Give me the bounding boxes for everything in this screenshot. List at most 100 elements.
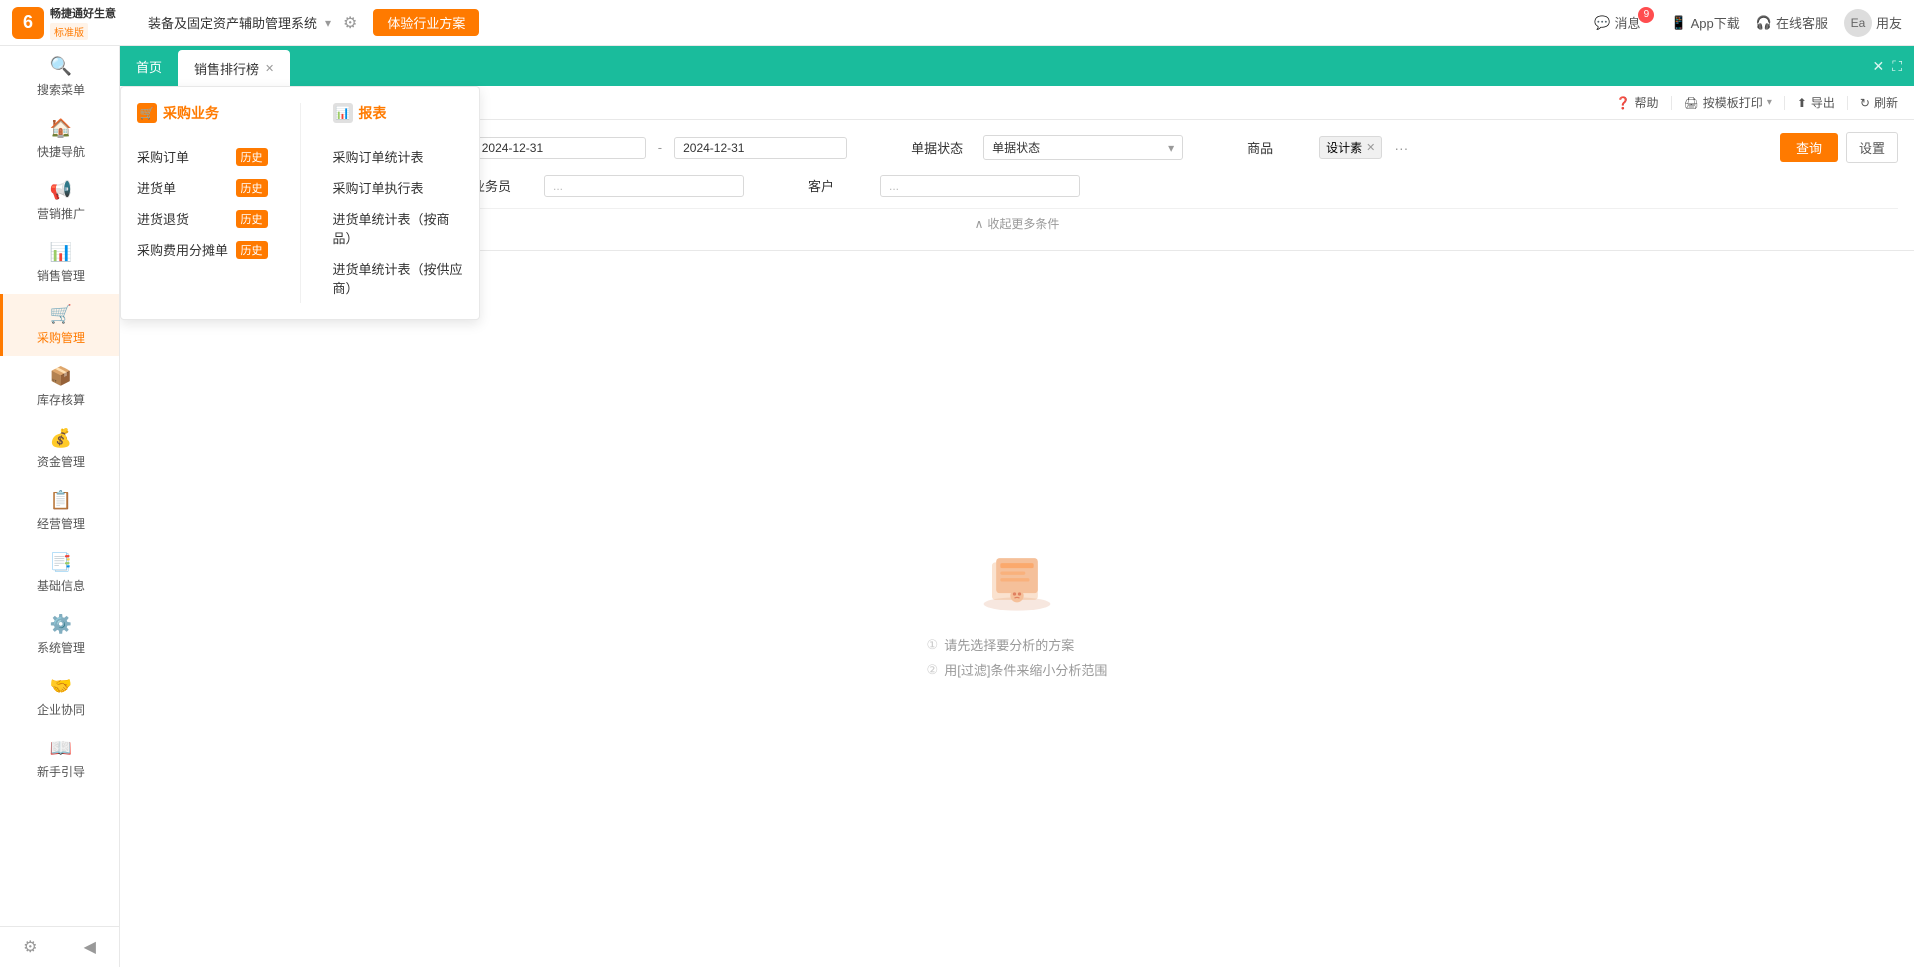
sidebar-item-system[interactable]: ⚙️ 系统管理 — [0, 604, 119, 666]
report-col-icon: 📊 — [333, 103, 353, 123]
tab-expand-icon[interactable]: ⛶ — [1892, 58, 1902, 75]
salesperson-select[interactable]: ... — [544, 175, 744, 197]
customer-select[interactable]: ... — [880, 175, 1080, 197]
search-icon: 🔍 — [50, 56, 72, 77]
online-service-btn[interactable]: 🎧 在线客服 — [1756, 13, 1828, 32]
sidebar-item-guide[interactable]: 📖 新手引导 — [0, 728, 119, 790]
empty-text: ① 请先选择要分析的方案 ② 用[过滤]条件来缩小分析范围 — [927, 635, 1108, 679]
top-header: 6 畅捷通好生意 标准版 装备及固定资产辅助管理系统 ▾ ⚙ 体验行业方案 💬 … — [0, 0, 1914, 46]
sidebar-item-marketing[interactable]: 📢 营销推广 — [0, 170, 119, 232]
purchase-dropdown-menu: 🛒 采购业务 采购订单 历史 进货单 历史 进货退货 历史 采购费用分摊单 — [120, 86, 480, 320]
toolbar-divider-3 — [1847, 96, 1848, 110]
purchase-incoming-item[interactable]: 进货单 历史 — [137, 172, 268, 203]
settings-icon[interactable]: ⚙ — [343, 13, 357, 33]
sidebar-item-quick-nav[interactable]: 🏠 快捷导航 — [0, 108, 119, 170]
app-download-btn[interactable]: 📱 App下载 — [1670, 13, 1739, 32]
sidebar-item-finance[interactable]: 💰 资金管理 — [0, 418, 119, 480]
dropdown-arrow-icon[interactable]: ▾ — [325, 16, 331, 30]
empty-illustration — [967, 539, 1067, 619]
goods-tag: 设计素 ✕ — [1319, 136, 1382, 159]
tab-close-window-icon[interactable]: ✕ — [1872, 58, 1884, 75]
history-badge-3: 历史 — [236, 210, 268, 228]
collapse-up-icon: ∧ — [975, 217, 984, 231]
headset-icon: 🎧 — [1756, 15, 1772, 31]
sidebar-item-basic-info[interactable]: 📑 基础信息 — [0, 542, 119, 604]
goods-label: 商品 — [1247, 138, 1307, 157]
query-btn[interactable]: 查询 — [1780, 133, 1838, 162]
tab-sales-rank-label: 销售排行榜 — [194, 59, 259, 78]
dropdown-divider — [300, 103, 301, 303]
purchase-order-item[interactable]: 采购订单 历史 — [137, 141, 268, 172]
system-icon: ⚙️ — [50, 614, 72, 635]
report-incoming-supplier[interactable]: 进货单统计表（按供应商） — [333, 253, 464, 303]
home-icon: 🏠 — [50, 118, 72, 139]
settings-bottom-icon[interactable]: ⚙ — [23, 937, 37, 957]
bill-status-select[interactable]: 单据状态 ▾ — [983, 135, 1183, 160]
sales-icon: 📊 — [50, 242, 72, 263]
marketing-icon: 📢 — [50, 180, 72, 201]
history-badge-4: 历史 — [236, 241, 268, 259]
cooperation-icon: 🤝 — [50, 676, 72, 697]
toolbar-divider-1 — [1671, 96, 1672, 110]
tab-close-icon[interactable]: ✕ — [265, 62, 274, 75]
print-template-btn[interactable]: 🖨 按模板打印 ▾ — [1684, 94, 1772, 111]
history-badge-2: 历史 — [236, 179, 268, 197]
purchase-col: 🛒 采购业务 采购订单 历史 进货单 历史 进货退货 历史 采购费用分摊单 — [137, 103, 268, 303]
report-purchase-order-stat[interactable]: 采购订单统计表 — [333, 141, 464, 172]
logo-area: 6 畅捷通好生意 标准版 — [12, 5, 132, 41]
sidebar-bottom: ⚙ ◀ — [0, 926, 119, 967]
date-start-input[interactable] — [473, 137, 646, 159]
tab-home[interactable]: 首页 — [120, 46, 178, 86]
help-icon: ❓ — [1616, 96, 1631, 110]
sidebar-item-sales[interactable]: 📊 销售管理 — [0, 232, 119, 294]
report-incoming-goods[interactable]: 进货单统计表（按商品） — [333, 203, 464, 253]
notification-badge: 9 — [1638, 7, 1654, 23]
guide-icon: 📖 — [50, 738, 72, 759]
export-icon: ⬆ — [1797, 96, 1807, 110]
sidebar: 🔍 搜索菜单 🏠 快捷导航 📢 营销推广 📊 销售管理 🛒 采购管理 📦 库存核… — [0, 46, 120, 967]
refresh-icon: ↻ — [1860, 96, 1870, 110]
industry-btn[interactable]: 体验行业方案 — [373, 9, 479, 36]
logo-text: 畅捷通好生意 标准版 — [50, 5, 116, 41]
logo-icon: 6 — [12, 7, 44, 39]
content-area: 首页 销售排行榜 ✕ ✕ ⛶ ❓ 帮助 🖨 按模板打印 ▾ — [120, 46, 1914, 967]
main-layout: 🔍 搜索菜单 🏠 快捷导航 📢 营销推广 📊 销售管理 🛒 采购管理 📦 库存核… — [0, 46, 1914, 967]
tab-bar-right: ✕ ⛶ — [1872, 46, 1914, 86]
tab-home-label: 首页 — [136, 57, 162, 76]
tab-sales-rank[interactable]: 销售排行榜 ✕ — [178, 50, 290, 86]
customer-label: 客户 — [808, 176, 868, 195]
user-menu[interactable]: Ea 用友 — [1844, 9, 1902, 37]
filter-actions: 查询 设置 — [1780, 132, 1898, 163]
collapse-sidebar-icon[interactable]: ◀ — [84, 937, 96, 957]
goods-tag-close[interactable]: ✕ — [1366, 141, 1375, 154]
help-btn[interactable]: ❓ 帮助 — [1616, 94, 1659, 111]
date-separator: - — [658, 140, 662, 155]
empty-state: ① 请先选择要分析的方案 ② 用[过滤]条件来缩小分析范围 — [120, 251, 1914, 967]
date-end-input[interactable] — [674, 137, 847, 159]
empty-text-line2: ② 用[过滤]条件来缩小分析范围 — [927, 660, 1108, 679]
sidebar-item-inventory[interactable]: 📦 库存核算 — [0, 356, 119, 418]
header-right: 💬 消息 9 📱 App下载 🎧 在线客服 Ea 用友 — [1594, 9, 1902, 37]
report-purchase-order-exec[interactable]: 采购订单执行表 — [333, 172, 464, 203]
settings-btn[interactable]: 设置 — [1846, 132, 1898, 163]
sidebar-item-operations[interactable]: 📋 经营管理 — [0, 480, 119, 542]
purchase-col-icon: 🛒 — [137, 103, 157, 123]
header-nav: 装备及固定资产辅助管理系统 ▾ ⚙ 体验行业方案 — [148, 9, 1594, 36]
system-name: 装备及固定资产辅助管理系统 — [148, 13, 317, 32]
sidebar-item-purchase[interactable]: 🛒 采购管理 — [0, 294, 119, 356]
purchase-return-item[interactable]: 进货退货 历史 — [137, 203, 268, 234]
message-btn[interactable]: 💬 消息 9 — [1594, 13, 1654, 32]
sidebar-item-cooperation[interactable]: 🤝 企业协同 — [0, 666, 119, 728]
history-badge-1: 历史 — [236, 148, 268, 166]
purchase-icon: 🛒 — [50, 304, 72, 325]
goods-more-icon[interactable]: ··· — [1394, 140, 1408, 156]
inventory-icon: 📦 — [50, 366, 72, 387]
purchase-expense-item[interactable]: 采购费用分摊单 历史 — [137, 234, 268, 265]
refresh-btn[interactable]: ↻ 刷新 — [1860, 94, 1898, 111]
empty-text-line1: ① 请先选择要分析的方案 — [927, 635, 1108, 654]
export-btn[interactable]: ⬆ 导出 — [1797, 94, 1835, 111]
basic-info-icon: 📑 — [50, 552, 72, 573]
sidebar-item-search[interactable]: 🔍 搜索菜单 — [0, 46, 119, 108]
purchase-col-header: 🛒 采购业务 — [137, 103, 268, 129]
toolbar-divider-2 — [1784, 96, 1785, 110]
